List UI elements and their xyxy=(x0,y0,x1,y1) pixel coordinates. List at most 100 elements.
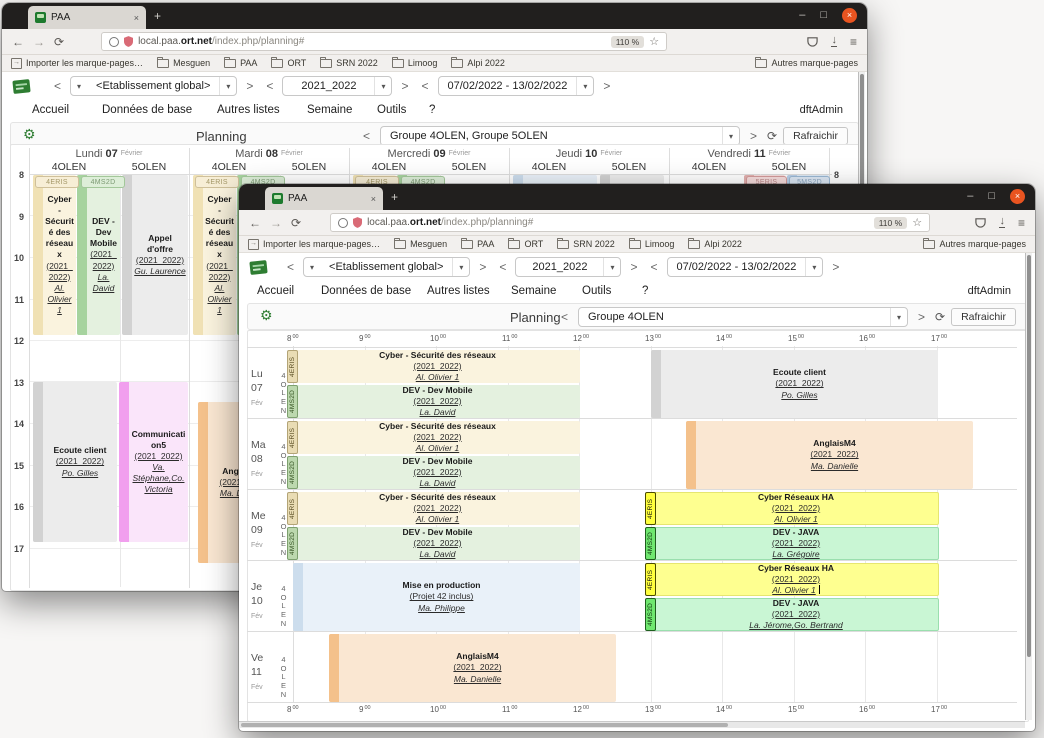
bookmark-item[interactable]: Alpi 2022 xyxy=(688,237,742,249)
bookmark-star-icon[interactable]: ☆ xyxy=(649,35,659,48)
group-select[interactable]: Groupe 4OLEN ▾ xyxy=(577,307,908,327)
caret-down-icon[interactable]: ▾ xyxy=(603,258,620,276)
pocket-icon[interactable] xyxy=(975,217,987,228)
tag-4eris[interactable]: 4ERIS xyxy=(287,492,298,525)
caret-down-icon[interactable]: ▾ xyxy=(576,77,593,95)
tab-close-icon[interactable]: × xyxy=(134,13,139,23)
week-prev[interactable]: < xyxy=(417,79,432,93)
refresh-button[interactable]: Rafraichir xyxy=(783,127,848,145)
caret-down-icon[interactable]: ▾ xyxy=(889,308,907,326)
year-prev[interactable]: < xyxy=(495,260,510,274)
event-cyber-securite[interactable]: Cyber - Sécurité des réseaux (2021_2022) A… xyxy=(293,350,580,383)
tag-4ms2d[interactable]: 4MS2D xyxy=(81,176,125,188)
event-anglais-m4[interactable]: AnglaisM4(2021_2022)Ma. Danielle xyxy=(686,421,973,489)
nav-accueil[interactable]: Accueil xyxy=(257,285,294,297)
group-prev[interactable]: < xyxy=(359,129,374,143)
nav-donnees-de-base[interactable]: Données de base xyxy=(102,104,192,116)
establishment-next[interactable]: > xyxy=(242,79,257,93)
bookmark-item[interactable]: SRN 2022 xyxy=(320,56,378,68)
event-appel-offre[interactable]: Appel d'offre (2021_2022) Gu. Laurence xyxy=(122,175,188,335)
refresh-icon[interactable]: ⟳ xyxy=(935,310,945,324)
event-cyber-reseaux-ha[interactable]: Cyber Réseaux HA (2021_2022) Al. Olivier 1 xyxy=(651,492,939,525)
new-tab-button[interactable]: + xyxy=(391,190,398,204)
minimize-button[interactable]: – xyxy=(799,10,805,21)
tag-4ms2d[interactable]: 4MS2D xyxy=(287,385,298,418)
bookmark-item[interactable]: ORT xyxy=(271,56,306,68)
week-select[interactable]: 07/02/2022 - 13/02/2022 ▾ xyxy=(666,257,824,277)
caret-down-icon[interactable]: ▾ xyxy=(452,258,469,276)
nav-outils[interactable]: Outils xyxy=(582,285,611,297)
forward-icon[interactable]: → xyxy=(270,217,282,229)
gear-icon[interactable]: ⚙ xyxy=(260,308,273,322)
year-prev[interactable]: < xyxy=(262,79,277,93)
nav-autres-listes[interactable]: Autres listes xyxy=(427,285,490,297)
event-cyber-securite[interactable]: Cyber - Sécurité des réseaux (2021_2022) A… xyxy=(193,175,236,335)
event-dev-java[interactable]: DEV - JAVA (2021_2022) La. Grégoire xyxy=(651,527,939,560)
establishment-next[interactable]: > xyxy=(475,260,490,274)
caret-down-icon[interactable]: ▾ xyxy=(219,77,236,95)
caret-down-icon[interactable]: ▾ xyxy=(721,127,739,145)
group-select[interactable]: Groupe 4OLEN, Groupe 5OLEN ▾ xyxy=(379,126,740,146)
shield-icon[interactable] xyxy=(124,36,134,47)
shield-icon[interactable] xyxy=(353,217,363,228)
close-button[interactable]: × xyxy=(1010,189,1025,204)
forward-icon[interactable]: → xyxy=(33,36,45,48)
nav-autres-listes[interactable]: Autres listes xyxy=(217,104,280,116)
menu-icon[interactable]: ≡ xyxy=(1018,216,1025,230)
zoom-badge[interactable]: 110 % xyxy=(873,216,908,229)
user-label[interactable]: dftAdmin xyxy=(968,285,1011,297)
event-dev-mobile[interactable]: DEV - Dev Mobile(2021_2022)La. David xyxy=(293,385,580,418)
tag-4ms2d[interactable]: 4MS2D xyxy=(287,456,298,489)
tag-4eris[interactable]: 4ERIS xyxy=(35,176,79,188)
refresh-icon[interactable]: ⟳ xyxy=(767,129,777,143)
user-label[interactable]: dftAdmin xyxy=(800,104,843,116)
horizontal-scrollbar[interactable] xyxy=(239,721,1025,728)
week-prev[interactable]: < xyxy=(646,260,661,274)
tag-4ms2d[interactable]: 4MS2D xyxy=(645,598,656,631)
bookmark-item[interactable]: ORT xyxy=(508,237,543,249)
week-select[interactable]: 07/02/2022 - 13/02/2022 ▾ xyxy=(437,76,595,96)
establishment-select[interactable]: ▾ <Etablissement global> ▾ xyxy=(303,257,471,277)
nav-donnees-de-base[interactable]: Données de base xyxy=(321,285,411,297)
event-cyber-securite[interactable]: Cyber - Sécurité des réseaux (2021_2022) A… xyxy=(293,492,580,525)
pocket-icon[interactable] xyxy=(807,36,819,47)
nav-outils[interactable]: Outils xyxy=(377,104,406,116)
event-cyber-securite[interactable]: Cyber - Sécurité des réseaux (2021_2022) A… xyxy=(293,421,580,454)
group-next[interactable]: > xyxy=(914,310,929,324)
group-next[interactable]: > xyxy=(746,129,761,143)
new-tab-button[interactable]: + xyxy=(154,9,161,23)
establishment-prev[interactable]: < xyxy=(50,79,65,93)
tag-4eris[interactable]: 4ERIS xyxy=(195,176,239,188)
download-icon[interactable]: ↓ xyxy=(831,35,837,47)
event-ecoute-client[interactable]: Ecoute client (2021_2022) Po. Gilles xyxy=(651,350,938,418)
nav-help[interactable]: ? xyxy=(642,285,648,297)
other-bookmarks[interactable]: Autres marque-pages xyxy=(923,237,1026,249)
nav-semaine[interactable]: Semaine xyxy=(511,285,556,297)
bookmark-item[interactable]: PAA xyxy=(461,237,494,249)
browser-tab[interactable]: PAA × xyxy=(28,6,146,29)
nav-help[interactable]: ? xyxy=(429,104,435,116)
other-bookmarks[interactable]: Autres marque-pages xyxy=(755,56,858,68)
import-bookmarks-item[interactable]: → Importer les marque-pages… xyxy=(248,238,380,250)
tag-4ms2d[interactable]: 4MS2D xyxy=(287,527,298,560)
tag-4eris[interactable]: 4ERIS xyxy=(287,421,298,454)
event-dev-mobile[interactable]: DEV - Dev Mobile(2021_2022)La. David xyxy=(293,456,580,489)
bookmark-item[interactable]: Mesguen xyxy=(157,56,210,68)
menu-icon[interactable]: ≡ xyxy=(850,35,857,49)
event-dev-mobile[interactable]: DEV - Dev Mobile(2021_2022)La. David xyxy=(293,527,580,560)
event-ecoute-client[interactable]: Ecoute client (2021_2022) Po. Gilles xyxy=(33,382,117,542)
tag-4eris[interactable]: 4ERIS xyxy=(287,350,298,383)
bookmark-item[interactable]: Limoog xyxy=(628,237,674,249)
year-select[interactable]: 2021_2022 ▾ xyxy=(515,257,622,277)
minimize-button[interactable]: – xyxy=(967,191,973,202)
group-prev[interactable]: < xyxy=(557,310,572,324)
event-dev-java[interactable]: DEV - JAVA (2021_2022) La. Jérome,Go. Bert… xyxy=(651,598,939,631)
reload-icon[interactable]: ⟳ xyxy=(291,217,301,229)
event-dev-mobile[interactable]: DEV - Dev Mobile(2021_2022)La. David xyxy=(77,175,120,335)
event-cyber-reseaux-ha[interactable]: Cyber Réseaux HA (2021_2022) Al. Olivier 1 xyxy=(651,563,939,596)
establishment-prev[interactable]: < xyxy=(283,260,298,274)
titlebar[interactable]: PAA × + – □ × xyxy=(239,184,1035,210)
week-next[interactable]: > xyxy=(828,260,843,274)
refresh-button[interactable]: Rafraichir xyxy=(951,308,1016,326)
tag-4ms2d[interactable]: 4MS2D xyxy=(645,527,656,560)
